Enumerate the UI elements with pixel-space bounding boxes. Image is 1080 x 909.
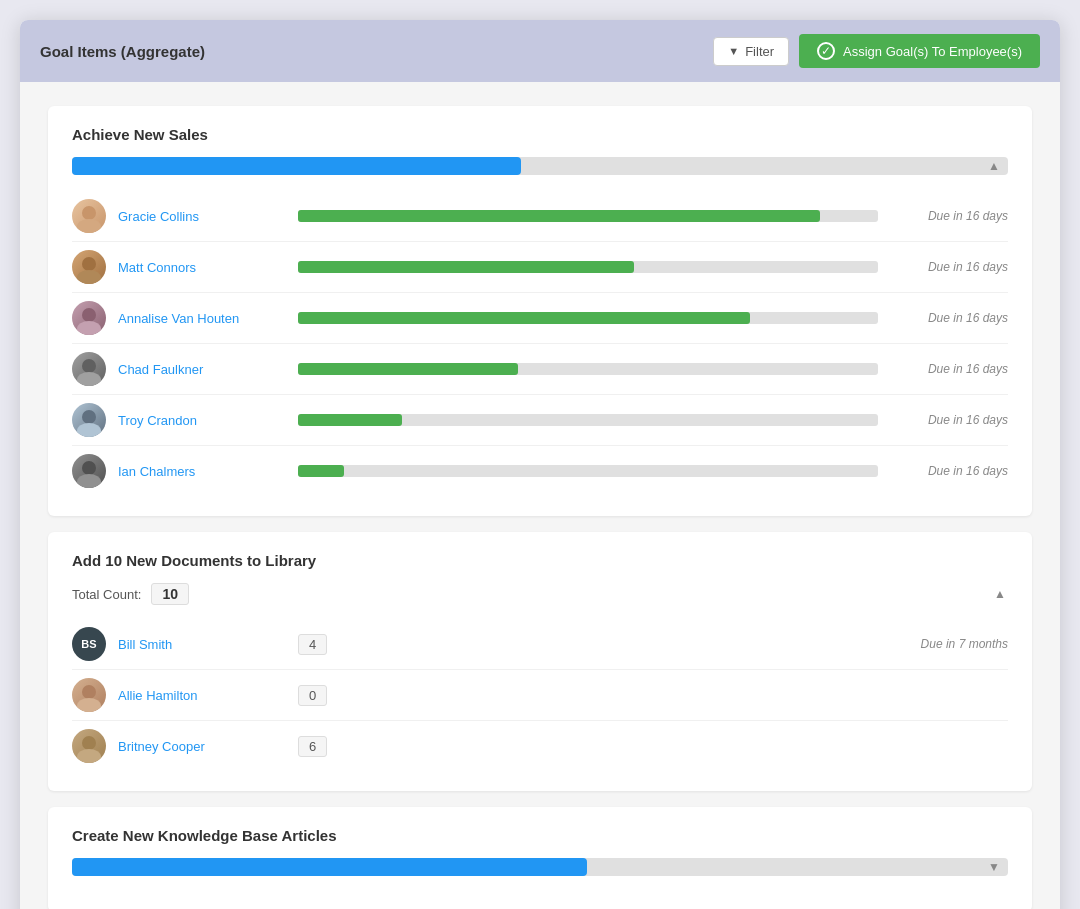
- employee-progress-bar: [298, 414, 878, 426]
- goal-title-knowledge-base: Create New Knowledge Base Articles: [72, 827, 1008, 844]
- due-date: Due in 16 days: [898, 362, 1008, 376]
- collapse-button-knowledge-base[interactable]: ▼: [986, 860, 1002, 874]
- employee-progress-fill: [298, 210, 820, 222]
- progress-fill-achieve-new-sales: [72, 157, 521, 175]
- employee-name[interactable]: Matt Connors: [118, 260, 278, 275]
- table-row: Matt Connors Due in 16 days: [72, 242, 1008, 293]
- svg-point-15: [77, 749, 101, 763]
- employee-count: 6: [298, 736, 327, 757]
- goal-section-knowledge-base: Create New Knowledge Base Articles ▼: [48, 807, 1032, 909]
- table-row: Gracie Collins Due in 16 days: [72, 191, 1008, 242]
- employee-progress-fill: [298, 261, 634, 273]
- svg-point-14: [82, 736, 96, 750]
- employee-progress-bar: [298, 210, 878, 222]
- svg-point-1: [77, 219, 101, 233]
- table-row: Ian Chalmers Due in 16 days: [72, 446, 1008, 496]
- svg-point-5: [77, 321, 101, 335]
- employee-progress-bar: [298, 312, 878, 324]
- svg-point-13: [77, 698, 101, 712]
- table-row: Annalise Van Houten Due in 16 days: [72, 293, 1008, 344]
- avatar: [72, 454, 106, 488]
- svg-point-3: [77, 270, 101, 284]
- svg-point-6: [82, 359, 96, 373]
- total-count-label: Total Count:: [72, 587, 141, 602]
- avatar: BS: [72, 627, 106, 661]
- total-count-badge: 10: [151, 583, 189, 605]
- due-date: Due in 16 days: [898, 413, 1008, 427]
- filter-button[interactable]: ▼ Filter: [713, 37, 789, 66]
- assign-icon: ✓: [817, 42, 835, 60]
- employee-name[interactable]: Troy Crandon: [118, 413, 278, 428]
- overall-progress-bar-achieve-new-sales: ▲: [72, 157, 1008, 175]
- employee-progress-fill: [298, 312, 750, 324]
- svg-point-9: [77, 423, 101, 437]
- due-date: Due in 16 days: [898, 311, 1008, 325]
- avatar: [72, 352, 106, 386]
- employee-progress-fill: [298, 363, 518, 375]
- total-count-row: Total Count: 10 ▲: [72, 583, 1008, 605]
- due-date: Due in 16 days: [898, 260, 1008, 274]
- employee-progress-bar: [298, 261, 878, 273]
- app-window: Goal Items (Aggregate) ▼ Filter ✓ Assign…: [20, 20, 1060, 909]
- header-actions: ▼ Filter ✓ Assign Goal(s) To Employee(s): [713, 34, 1040, 68]
- table-row: Chad Faulkner Due in 16 days: [72, 344, 1008, 395]
- table-row: BS Bill Smith 4 Due in 7 months: [72, 619, 1008, 670]
- svg-point-7: [77, 372, 101, 386]
- employee-name[interactable]: Ian Chalmers: [118, 464, 278, 479]
- assign-goals-button[interactable]: ✓ Assign Goal(s) To Employee(s): [799, 34, 1040, 68]
- svg-point-12: [82, 685, 96, 699]
- svg-point-2: [82, 257, 96, 271]
- avatar: [72, 199, 106, 233]
- svg-point-10: [82, 461, 96, 475]
- svg-point-4: [82, 308, 96, 322]
- goal-title-achieve-new-sales: Achieve New Sales: [72, 126, 1008, 143]
- employee-progress-bar: [298, 363, 878, 375]
- employee-name[interactable]: Annalise Van Houten: [118, 311, 278, 326]
- due-date: Due in 16 days: [898, 464, 1008, 478]
- employee-name[interactable]: Bill Smith: [118, 637, 278, 652]
- avatar: [72, 729, 106, 763]
- avatar: [72, 250, 106, 284]
- header: Goal Items (Aggregate) ▼ Filter ✓ Assign…: [20, 20, 1060, 82]
- goal-title-add-documents: Add 10 New Documents to Library: [72, 552, 1008, 569]
- employee-progress-fill: [298, 414, 402, 426]
- overall-progress-bar-knowledge-base: ▼: [72, 858, 1008, 876]
- svg-point-0: [82, 206, 96, 220]
- employee-name[interactable]: Britney Cooper: [118, 739, 278, 754]
- page-title: Goal Items (Aggregate): [40, 43, 205, 60]
- goal-section-achieve-new-sales: Achieve New Sales ▲ Gracie Collins Due i…: [48, 106, 1032, 516]
- employee-count: 4: [298, 634, 327, 655]
- collapse-button-achieve-new-sales[interactable]: ▲: [986, 159, 1002, 173]
- avatar: [72, 678, 106, 712]
- avatar: [72, 403, 106, 437]
- due-date: Due in 16 days: [898, 209, 1008, 223]
- table-row: Troy Crandon Due in 16 days: [72, 395, 1008, 446]
- svg-point-8: [82, 410, 96, 424]
- avatar: [72, 301, 106, 335]
- employee-list-add-documents: BS Bill Smith 4 Due in 7 months Allie Ha…: [72, 619, 1008, 771]
- employee-progress-bar: [298, 465, 878, 477]
- employee-name[interactable]: Allie Hamilton: [118, 688, 278, 703]
- employee-count: 0: [298, 685, 327, 706]
- collapse-button-add-documents[interactable]: ▲: [992, 587, 1008, 601]
- table-row: Britney Cooper 6: [72, 721, 1008, 771]
- svg-point-11: [77, 474, 101, 488]
- table-row: Allie Hamilton 0: [72, 670, 1008, 721]
- employee-list-achieve-new-sales: Gracie Collins Due in 16 days Matt Conno…: [72, 191, 1008, 496]
- due-date: Due in 7 months: [898, 637, 1008, 651]
- goal-section-add-documents: Add 10 New Documents to Library Total Co…: [48, 532, 1032, 791]
- content-area: Achieve New Sales ▲ Gracie Collins Due i…: [20, 82, 1060, 909]
- employee-name[interactable]: Chad Faulkner: [118, 362, 278, 377]
- progress-fill-knowledge-base: [72, 858, 587, 876]
- filter-icon: ▼: [728, 45, 739, 57]
- employee-name[interactable]: Gracie Collins: [118, 209, 278, 224]
- employee-progress-fill: [298, 465, 344, 477]
